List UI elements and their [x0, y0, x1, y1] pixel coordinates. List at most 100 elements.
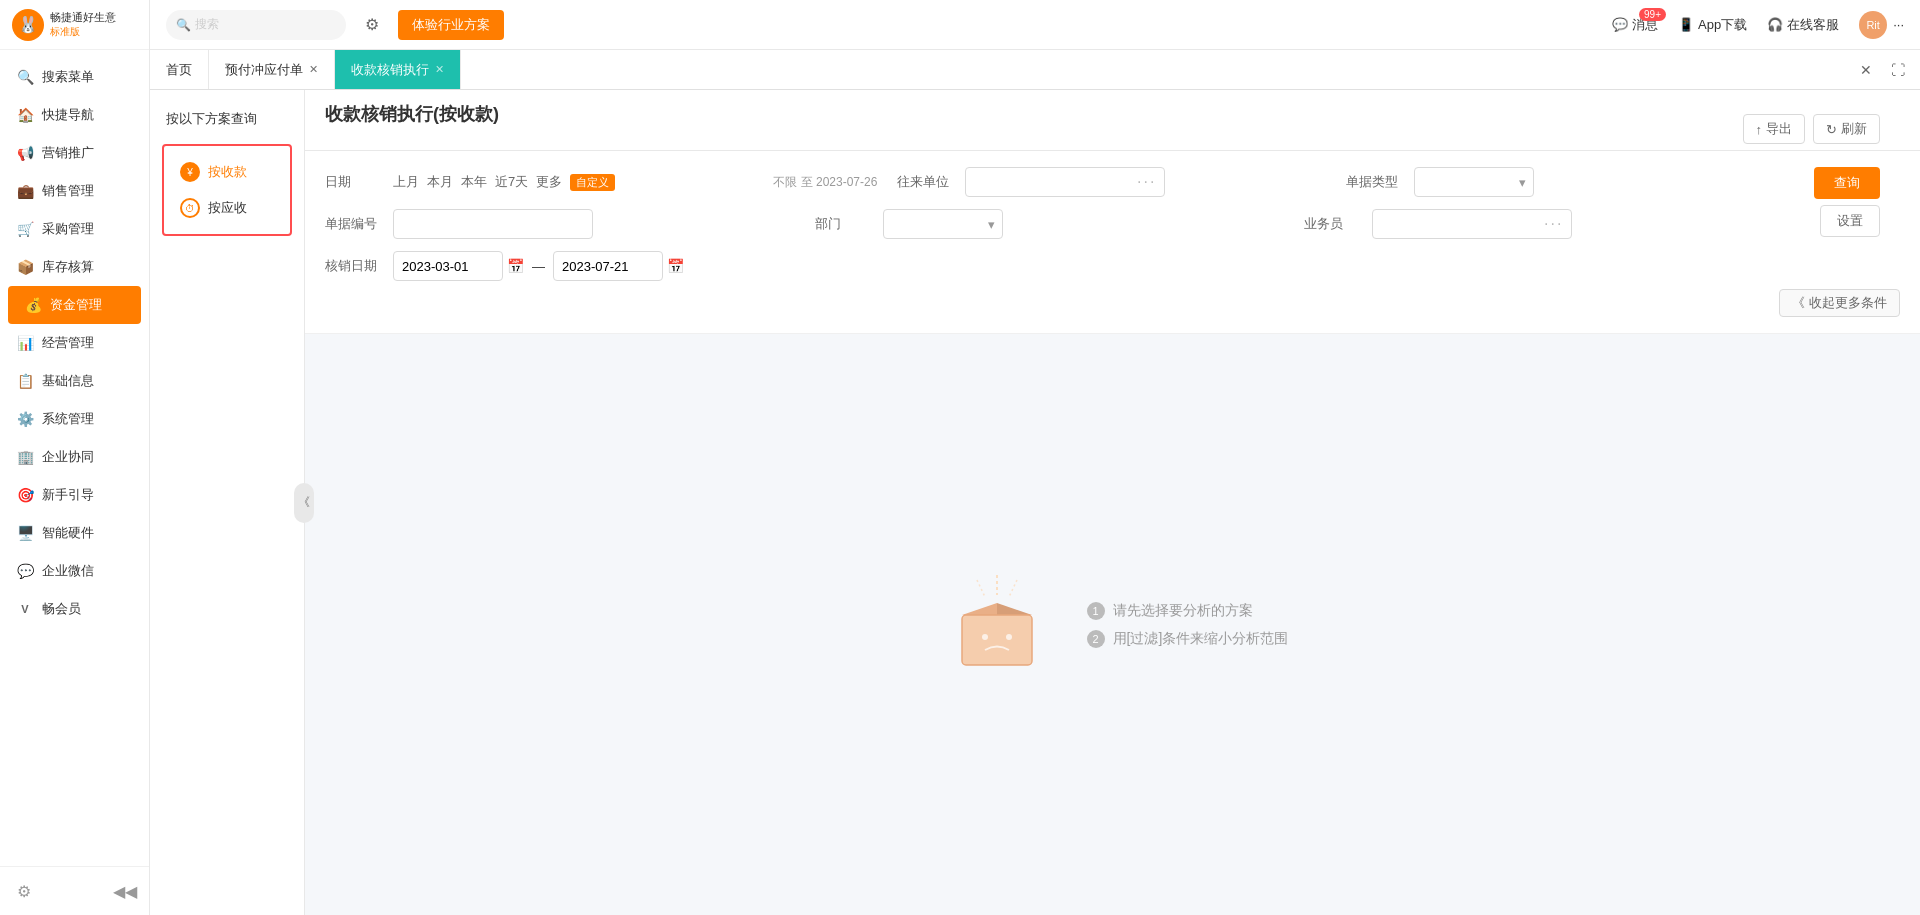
message-button[interactable]: 💬 消息 99+	[1612, 16, 1658, 34]
message-badge: 99+	[1639, 8, 1666, 21]
verify-date-end-input[interactable]	[553, 251, 663, 281]
page-header-inner: 收款核销执行(按收款) ↑ 导出 ↻ 刷新	[325, 102, 1900, 126]
query-button[interactable]: 查询	[1814, 167, 1880, 199]
refresh-label: 刷新	[1841, 120, 1867, 138]
app-download-icon: 📱	[1678, 17, 1694, 32]
date-7days[interactable]: 近7天	[495, 173, 528, 191]
app-download-label: App下载	[1698, 16, 1747, 34]
refresh-icon: ↻	[1826, 122, 1837, 137]
sidebar-item-search-menu[interactable]: 🔍 搜索菜单	[0, 58, 149, 96]
verify-date-end-calendar[interactable]: 📅	[667, 258, 684, 274]
date-this-month[interactable]: 本月	[427, 173, 453, 191]
export-icon: ↑	[1756, 122, 1763, 137]
tabbar: 首页 预付冲应付单 ✕ 收款核销执行 ✕ ✕ ⛶	[150, 50, 1920, 90]
date-last-month[interactable]: 上月	[393, 173, 419, 191]
purchase-icon: 🛒	[16, 220, 34, 238]
filter-by-receipt[interactable]: ¥ 按收款	[164, 154, 290, 190]
filter-collapse-btn[interactable]: 《	[294, 483, 314, 523]
collapse-more-label: 收起更多条件	[1809, 294, 1887, 312]
svg-line-8	[1009, 580, 1017, 597]
basic-info-icon: 📋	[16, 372, 34, 390]
sidebar-item-operation[interactable]: 📊 经营管理	[0, 324, 149, 362]
search-menu-icon: 🔍	[16, 68, 34, 86]
sidebar-item-enterprise[interactable]: 🏢 企业协同	[0, 438, 149, 476]
settings-button[interactable]: 设置	[1820, 205, 1880, 237]
svg-line-7	[977, 580, 985, 597]
online-service-button[interactable]: 🎧 在线客服	[1767, 16, 1839, 34]
sidebar-nav: 🔍 搜索菜单 🏠 快捷导航 📢 营销推广 💼 销售管理 🛒 采购管理 📦 库存核…	[0, 50, 149, 866]
sidebar-item-basic-info[interactable]: 📋 基础信息	[0, 362, 149, 400]
app-download-button[interactable]: 📱 App下载	[1678, 16, 1747, 34]
empty-tip-1: 1 请先选择要分析的方案	[1087, 602, 1289, 620]
verify-date-start-calendar[interactable]: 📅	[507, 258, 524, 274]
verify-date-field: 核销日期 📅 — 📅	[325, 251, 1774, 281]
doc-type-field: 单据类型	[1346, 167, 1774, 197]
tab-home[interactable]: 首页	[150, 50, 209, 89]
sidebar-item-sales[interactable]: 💼 销售管理	[0, 172, 149, 210]
tip-2-text: 用[过滤]条件来缩小分析范围	[1113, 630, 1289, 648]
collapse-more-btn[interactable]: 《 收起更多条件	[1779, 289, 1900, 317]
sidebar-item-label: 采购管理	[42, 220, 94, 238]
user-area[interactable]: Rit ···	[1859, 11, 1904, 39]
sidebar-item-label: 智能硬件	[42, 524, 94, 542]
filter-by-receivable[interactable]: ⏱ 按应收	[164, 190, 290, 226]
sidebar-item-quick-nav[interactable]: 🏠 快捷导航	[0, 96, 149, 134]
topbar-search[interactable]: 🔍 搜索	[166, 10, 346, 40]
tab-prepay[interactable]: 预付冲应付单 ✕	[209, 50, 335, 89]
marketing-icon: 📢	[16, 144, 34, 162]
quick-nav-icon: 🏠	[16, 106, 34, 124]
verify-date-start-input[interactable]	[393, 251, 503, 281]
date-quick-links: 上月 本月 本年 近7天 更多 自定义	[393, 173, 615, 191]
sidebar-item-wechat[interactable]: 💬 企业微信	[0, 552, 149, 590]
partner-dots-icon: ···	[1137, 173, 1156, 191]
inventory-icon: 📦	[16, 258, 34, 276]
sidebar-item-inventory[interactable]: 📦 库存核算	[0, 248, 149, 286]
form-row-2: 单据编号 部门	[325, 209, 1774, 239]
svg-marker-1	[962, 603, 997, 615]
date-field: 日期 上月 本月 本年 近7天 更多 自定义	[325, 173, 753, 191]
export-button[interactable]: ↑ 导出	[1743, 114, 1806, 144]
doc-num-input[interactable]	[393, 209, 593, 239]
tab-receivable-close[interactable]: ✕	[435, 63, 444, 76]
logo-text-group: 畅捷通好生意 标准版	[50, 10, 116, 38]
tab-receivable-label: 收款核销执行	[351, 61, 429, 79]
system-icon: ⚙️	[16, 410, 34, 428]
department-select[interactable]	[883, 209, 1003, 239]
salesperson-field: 业务员 ···	[1304, 209, 1774, 239]
date-more[interactable]: 更多	[536, 173, 562, 191]
doc-type-select-wrapper	[1414, 167, 1534, 197]
operation-icon: 📊	[16, 334, 34, 352]
settings-bottom-icon[interactable]: ⚙	[10, 877, 38, 905]
member-icon: V	[16, 600, 34, 618]
svg-point-4	[982, 634, 988, 640]
date-separator: —	[532, 259, 545, 274]
smart-hw-icon: 🖥️	[16, 524, 34, 542]
collapse-sidebar-icon[interactable]: ◀◀	[111, 877, 139, 905]
topbar-left: 🔍 搜索 ⚙ 体验行业方案	[166, 10, 504, 40]
tab-receivable[interactable]: 收款核销执行 ✕	[335, 50, 461, 89]
partner-input[interactable]: ···	[965, 167, 1165, 197]
filter-by-receipt-label: 按收款	[208, 163, 247, 181]
sidebar-item-smart-hw[interactable]: 🖥️ 智能硬件	[0, 514, 149, 552]
department-field: 部门	[815, 209, 1285, 239]
sidebar-item-marketing[interactable]: 📢 营销推广	[0, 134, 149, 172]
search-placeholder: 搜索	[195, 16, 219, 33]
date-this-year[interactable]: 本年	[461, 173, 487, 191]
salesperson-input[interactable]: ···	[1372, 209, 1572, 239]
page-header: 收款核销执行(按收款) ↑ 导出 ↻ 刷新	[305, 90, 1920, 151]
doc-type-select[interactable]	[1414, 167, 1534, 197]
topbar-gear-icon[interactable]: ⚙	[358, 11, 386, 39]
sidebar-item-purchase[interactable]: 🛒 采购管理	[0, 210, 149, 248]
department-label: 部门	[815, 215, 875, 233]
solution-button[interactable]: 体验行业方案	[398, 10, 504, 40]
sidebar-item-system[interactable]: ⚙️ 系统管理	[0, 400, 149, 438]
close-tab-icon[interactable]: ✕	[1854, 58, 1878, 82]
sidebar-item-member[interactable]: V 畅会员	[0, 590, 149, 628]
refresh-button[interactable]: ↻ 刷新	[1813, 114, 1880, 144]
tab-prepay-close[interactable]: ✕	[309, 63, 318, 76]
sidebar-item-beginner[interactable]: 🎯 新手引导	[0, 476, 149, 514]
date-custom-badge[interactable]: 自定义	[570, 174, 615, 191]
empty-svg	[937, 575, 1057, 675]
sidebar-item-finance[interactable]: 💰 资金管理	[8, 286, 141, 324]
expand-tab-icon[interactable]: ⛶	[1886, 58, 1910, 82]
